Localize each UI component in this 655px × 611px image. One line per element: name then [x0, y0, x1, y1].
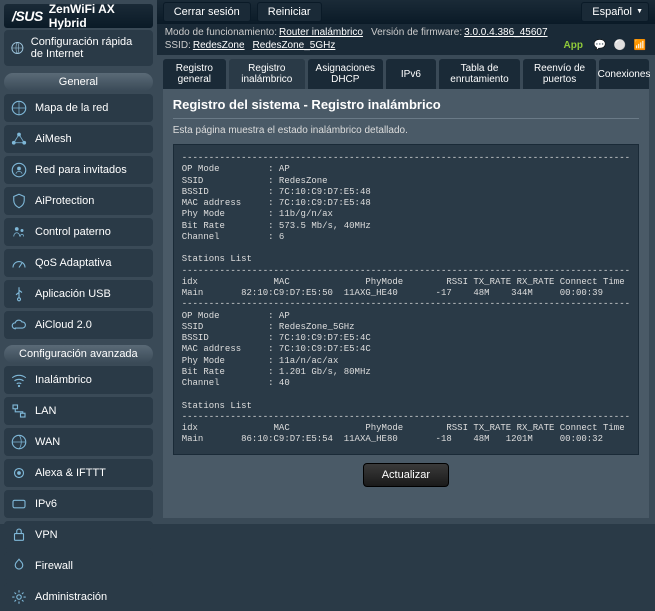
tab-port-forward[interactable]: Reenvío de puertos [523, 59, 596, 89]
vpn-icon [10, 526, 28, 544]
status-icon-2[interactable]: ⚪ [613, 38, 627, 52]
sidebar-item-label: IPv6 [35, 498, 57, 510]
main-panel: Cerrar sesión Reiniciar Español Modo de … [157, 0, 655, 524]
ssid-label: SSID: [165, 40, 191, 51]
sidebar-item-administration[interactable]: Administración [4, 583, 153, 611]
logo-header: /SUS ZenWiFi AX Hybrid [4, 4, 153, 28]
sidebar-item-vpn[interactable]: VPN [4, 521, 153, 549]
shield-icon [10, 192, 28, 210]
ipv6-icon [10, 495, 28, 513]
ssid1-link[interactable]: RedesZone [193, 40, 245, 51]
sidebar-item-aiprotection[interactable]: AiProtection [4, 187, 153, 215]
sidebar-item-alexa-ifttt[interactable]: Alexa & IFTTT [4, 459, 153, 487]
reboot-button[interactable]: Reiniciar [257, 2, 322, 22]
language-dropdown[interactable]: Español [581, 2, 649, 22]
sidebar-item-network-map[interactable]: Mapa de la red [4, 94, 153, 122]
usb-icon [10, 285, 28, 303]
tab-general-log[interactable]: Registro general [163, 59, 226, 89]
logout-button[interactable]: Cerrar sesión [163, 2, 251, 22]
sidebar-item-label: Firewall [35, 560, 73, 572]
sidebar-item-label: QoS Adaptativa [35, 257, 111, 269]
wireless-log-output: ----------------------------------------… [173, 144, 639, 455]
footer-buttons: Actualizar [173, 463, 639, 487]
mesh-icon [10, 130, 28, 148]
sidebar-item-guest-network[interactable]: Red para invitados [4, 156, 153, 184]
sidebar-item-wan[interactable]: WAN [4, 428, 153, 456]
voice-icon [10, 464, 28, 482]
guest-icon [10, 161, 28, 179]
sidebar-item-qos[interactable]: QoS Adaptativa [4, 249, 153, 277]
tab-connections[interactable]: Conexiones [599, 59, 649, 89]
sidebar-item-parental[interactable]: Control paterno [4, 218, 153, 246]
sidebar-item-label: Inalámbrico [35, 374, 92, 386]
cloud-icon [10, 316, 28, 334]
infobar: Modo de funcionamiento: Router inalámbri… [157, 24, 655, 55]
sidebar-item-label: Alexa & IFTTT [35, 467, 106, 479]
section-general: General [4, 73, 153, 91]
model-name: ZenWiFi AX Hybrid [49, 2, 145, 30]
sidebar-item-label: AiCloud 2.0 [35, 319, 92, 331]
gear-icon [10, 588, 28, 606]
mode-value-link[interactable]: Router inalámbrico [279, 27, 363, 38]
parental-icon [10, 223, 28, 241]
sidebar-item-label: AiProtection [35, 195, 94, 207]
firewall-icon [10, 557, 28, 575]
tab-dhcp-leases[interactable]: Asignaciones DHCP [308, 59, 383, 89]
sidebar-item-label: AiMesh [35, 133, 72, 145]
mode-label: Modo de funcionamiento: [165, 27, 277, 38]
app-link[interactable]: App [564, 40, 583, 51]
tabs-row: Registro general Registro inalámbrico As… [157, 55, 655, 89]
section-advanced: Configuración avanzada [4, 345, 153, 363]
sidebar: /SUS ZenWiFi AX Hybrid Configuración ráp… [0, 0, 157, 524]
sidebar-item-label: Aplicación USB [35, 288, 111, 300]
tab-ipv6[interactable]: IPv6 [386, 59, 436, 89]
gauge-icon [10, 254, 28, 272]
sidebar-item-aicloud[interactable]: AiCloud 2.0 [4, 311, 153, 339]
ssid2-link[interactable]: RedesZone_5GHz [253, 40, 336, 51]
firmware-label: Versión de firmware: [371, 27, 462, 38]
sidebar-item-ipv6[interactable]: IPv6 [4, 490, 153, 518]
page-title: Registro del sistema - Registro inalámbr… [173, 97, 639, 119]
status-icon-3[interactable]: 📶 [633, 38, 647, 52]
globe-icon [10, 99, 28, 117]
sidebar-item-label: Administración [35, 591, 107, 603]
lan-icon [10, 402, 28, 420]
wifi-icon [10, 371, 28, 389]
refresh-button[interactable]: Actualizar [363, 463, 449, 487]
sidebar-item-label: Red para invitados [35, 164, 127, 176]
sidebar-item-label: Control paterno [35, 226, 111, 238]
sidebar-item-label: LAN [35, 405, 56, 417]
tab-route-table[interactable]: Tabla de enrutamiento [439, 59, 520, 89]
sidebar-item-label: VPN [35, 529, 58, 541]
sidebar-item-label: WAN [35, 436, 60, 448]
firmware-value-link[interactable]: 3.0.0.4.386_45607 [464, 27, 547, 38]
content-area: Registro del sistema - Registro inalámbr… [163, 89, 649, 518]
topbar: Cerrar sesión Reiniciar Español [157, 0, 655, 24]
status-icon-1[interactable]: 💬 [593, 38, 607, 52]
sidebar-item-firewall[interactable]: Firewall [4, 552, 153, 580]
sidebar-item-aimesh[interactable]: AiMesh [4, 125, 153, 153]
sidebar-item-usb-app[interactable]: Aplicación USB [4, 280, 153, 308]
sidebar-item-lan[interactable]: LAN [4, 397, 153, 425]
wan-icon [10, 433, 28, 451]
tab-wireless-log[interactable]: Registro inalámbrico [229, 59, 305, 89]
sidebar-item-wireless[interactable]: Inalámbrico [4, 366, 153, 394]
status-icons: 💬 ⚪ 📶 [593, 38, 647, 52]
globe-gear-icon [10, 38, 25, 58]
quick-internet-setup[interactable]: Configuración rápida de Internet [4, 30, 153, 66]
sidebar-item-label: Mapa de la red [35, 102, 108, 114]
page-desc: Esta página muestra el estado inalámbric… [173, 125, 639, 136]
brand-logo: /SUS [12, 8, 43, 24]
quick-setup-label: Configuración rápida de Internet [31, 36, 147, 60]
